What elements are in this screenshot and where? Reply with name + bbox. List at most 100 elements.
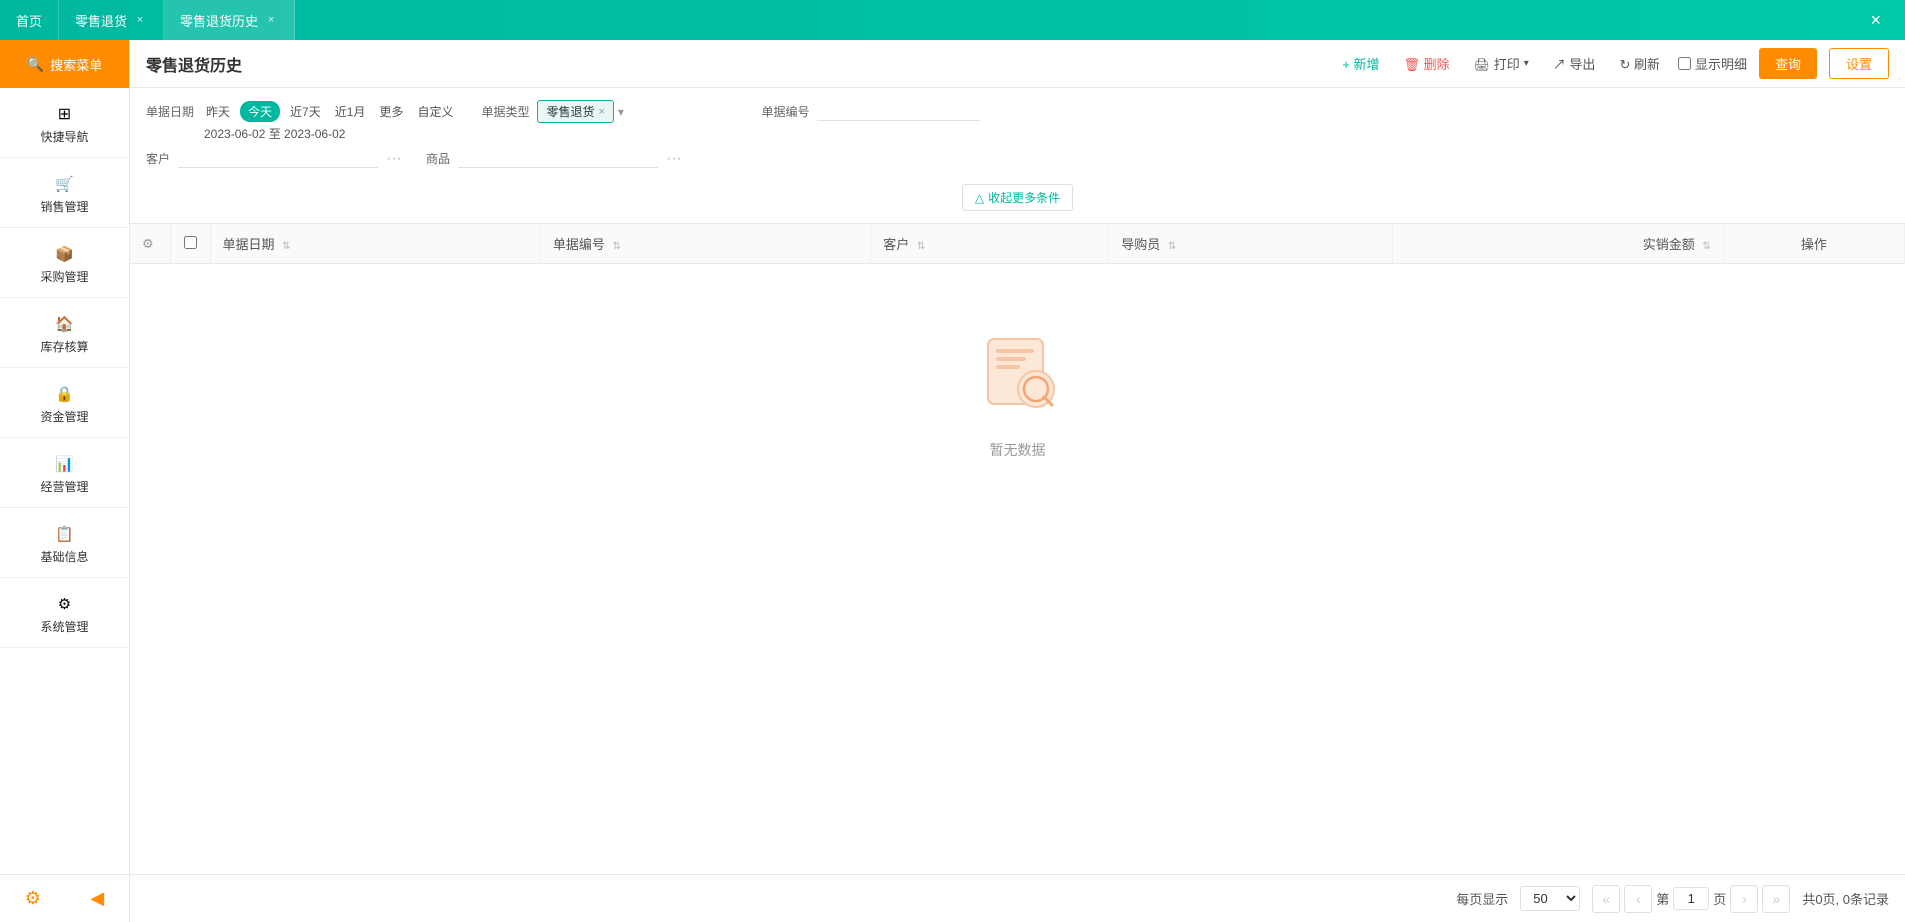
doc-type-dropdown-icon[interactable]: ▾: [618, 105, 624, 119]
customer-input[interactable]: [178, 149, 378, 168]
tab-retail-return-history-label: 零售退货历史: [180, 11, 258, 30]
show-detail-label: 显示明细: [1695, 54, 1747, 73]
date-option-more[interactable]: 更多: [375, 101, 407, 122]
first-page-button[interactable]: «: [1592, 885, 1620, 913]
doc-type-select-wrapper: 零售退货 × ▾: [537, 100, 737, 123]
guide-sort-icon[interactable]: ⇅: [1168, 241, 1176, 252]
window-close-button[interactable]: ×: [1862, 6, 1889, 35]
sidebar-item-basic-info[interactable]: 📋 基础信息: [0, 508, 129, 578]
sidebar-item-sys-mgmt[interactable]: ⚙ 系统管理: [0, 578, 129, 648]
amount-sort-icon[interactable]: ⇅: [1702, 241, 1710, 252]
tab-home-label: 首页: [16, 11, 42, 30]
doc-type-close[interactable]: ×: [598, 106, 604, 118]
sidebar-item-sales-mgmt[interactable]: 🛒 销售管理: [0, 158, 129, 228]
th-doc-no: 单据编号 ⇅: [540, 224, 870, 264]
filter-row-2: 客户 ··· 商品 ···: [146, 149, 1889, 168]
top-bar-right: ×: [1862, 6, 1905, 35]
new-button[interactable]: + 新增: [1336, 50, 1385, 77]
sidebar-item-inventory[interactable]: 🏠 库存核算: [0, 298, 129, 368]
tab-home[interactable]: 首页: [0, 0, 59, 40]
date-option-today[interactable]: 今天: [240, 101, 280, 122]
page-label: 第: [1656, 889, 1669, 908]
sidebar-item-operations[interactable]: 📊 经营管理: [0, 438, 129, 508]
operations-icon: 📊: [55, 454, 75, 474]
pagination: 每页显示 10 20 50 100 « ‹ 第 页 › » 共0页, 0条记录: [130, 874, 1905, 922]
query-button[interactable]: 查询: [1759, 48, 1817, 79]
delete-label: 🗑 删除: [1404, 54, 1450, 73]
prev-page-button[interactable]: ‹: [1624, 885, 1652, 913]
delete-button[interactable]: 🗑 删除: [1398, 50, 1456, 77]
date-option-yesterday[interactable]: 昨天: [202, 101, 234, 122]
page-title: 零售退货历史: [146, 52, 242, 76]
sidebar-item-finance-label: 资金管理: [40, 408, 88, 425]
doc-type-value: 零售退货: [546, 103, 594, 120]
data-table: ⚙ 单据日期 ⇅ 单据编号 ⇅: [130, 224, 1905, 264]
tab-retail-return-history-close[interactable]: ×: [264, 13, 278, 27]
doc-type-label: 单据类型: [481, 103, 529, 120]
th-settings: ⚙: [130, 224, 170, 264]
page-nav: « ‹ 第 页 › »: [1592, 885, 1790, 913]
table-settings-icon[interactable]: ⚙: [142, 236, 154, 251]
filter-area: 单据日期 昨天 今天 近7天 近1月 更多 自定义 单据类型: [130, 88, 1905, 224]
th-action-label: 操作: [1801, 237, 1827, 252]
sidebar-item-purchase-label: 采购管理: [40, 268, 88, 285]
sidebar: 🔍 搜索菜单 ⊞ 快捷导航 🛒 销售管理 📦 采购管理 🏠 库存核算 🔒: [0, 40, 130, 922]
doc-no-label: 单据编号: [761, 103, 809, 120]
collapse-button[interactable]: △ 收起更多条件: [962, 184, 1073, 211]
print-button[interactable]: 🖨 打印 ▾: [1468, 50, 1535, 77]
header-actions: + 新增 🗑 删除 🖨 打印 ▾ ↗ 导出 ↻ 刷新 显示明细: [1336, 48, 1889, 79]
doc-date-sort-icon[interactable]: ⇅: [282, 241, 290, 252]
date-options: 昨天 今天 近7天 近1月 更多 自定义: [202, 101, 457, 122]
refresh-button[interactable]: ↻ 刷新: [1613, 50, 1666, 77]
th-doc-date: 单据日期 ⇅: [210, 224, 540, 264]
sidebar-item-purchase-mgmt[interactable]: 📦 采购管理: [0, 228, 129, 298]
total-info: 共0页, 0条记录: [1802, 889, 1889, 908]
empty-state: 暂无数据: [130, 264, 1905, 520]
date-option-custom[interactable]: 自定义: [413, 101, 457, 122]
customer-label: 客户: [146, 150, 170, 167]
goods-dots-icon[interactable]: ···: [666, 150, 682, 168]
date-filter-label: 单据日期: [146, 103, 194, 120]
page-size-label: 每页显示: [1456, 889, 1508, 908]
settings-bottom-icon[interactable]: ⚙: [25, 888, 41, 909]
top-bar: 首页 零售退货 × 零售退货历史 × ×: [0, 0, 1905, 40]
tab-retail-return-history[interactable]: 零售退货历史 ×: [164, 0, 295, 40]
sidebar-search[interactable]: 🔍 搜索菜单: [0, 40, 129, 88]
select-all-checkbox[interactable]: [184, 236, 197, 249]
new-label: + 新增: [1342, 54, 1379, 73]
export-button[interactable]: ↗ 导出: [1547, 50, 1602, 77]
tab-retail-return[interactable]: 零售退货 ×: [59, 0, 164, 40]
sidebar-item-sys-mgmt-label: 系统管理: [40, 618, 88, 635]
sidebar-menu: ⊞ 快捷导航 🛒 销售管理 📦 采购管理 🏠 库存核算 🔒 资金管理 📊: [0, 88, 129, 874]
last-page-button[interactable]: »: [1762, 885, 1790, 913]
date-option-7days[interactable]: 近7天: [286, 101, 325, 122]
goods-input[interactable]: [458, 149, 658, 168]
th-amount: 实销金额 ⇅: [1393, 224, 1723, 264]
show-detail-checkbox[interactable]: [1678, 57, 1691, 70]
next-page-button[interactable]: ›: [1730, 885, 1758, 913]
search-icon: 🔍: [27, 56, 44, 73]
th-amount-label: 实销金额: [1643, 237, 1695, 252]
th-customer-label: 客户: [883, 237, 909, 252]
doc-no-input[interactable]: [817, 102, 980, 121]
sidebar-item-quick-nav[interactable]: ⊞ 快捷导航: [0, 88, 129, 158]
goods-filter-group: 商品 ···: [426, 149, 682, 168]
sidebar-item-sales-label: 销售管理: [40, 198, 88, 215]
collapse-sidebar-icon[interactable]: ◀: [90, 888, 104, 909]
doc-no-sort-icon[interactable]: ⇅: [613, 241, 621, 252]
customer-dots-icon[interactable]: ···: [386, 150, 402, 168]
basic-info-icon: 📋: [55, 524, 75, 544]
table-wrapper: ⚙ 单据日期 ⇅ 单据编号 ⇅: [130, 224, 1905, 874]
customer-sort-icon[interactable]: ⇅: [917, 241, 925, 252]
purchase-mgmt-icon: 📦: [55, 244, 75, 264]
sidebar-item-inventory-label: 库存核算: [40, 338, 88, 355]
sidebar-item-finance[interactable]: 🔒 资金管理: [0, 368, 129, 438]
query-label: 查询: [1775, 57, 1801, 72]
page-number-input[interactable]: [1673, 887, 1709, 910]
settings-button[interactable]: 设置: [1829, 48, 1889, 79]
export-label: ↗ 导出: [1553, 54, 1596, 73]
page-size-select[interactable]: 10 20 50 100: [1520, 886, 1580, 911]
doc-no-filter-group: 单据编号: [761, 102, 980, 121]
tab-retail-return-close[interactable]: ×: [133, 13, 147, 27]
date-option-1month[interactable]: 近1月: [331, 101, 370, 122]
